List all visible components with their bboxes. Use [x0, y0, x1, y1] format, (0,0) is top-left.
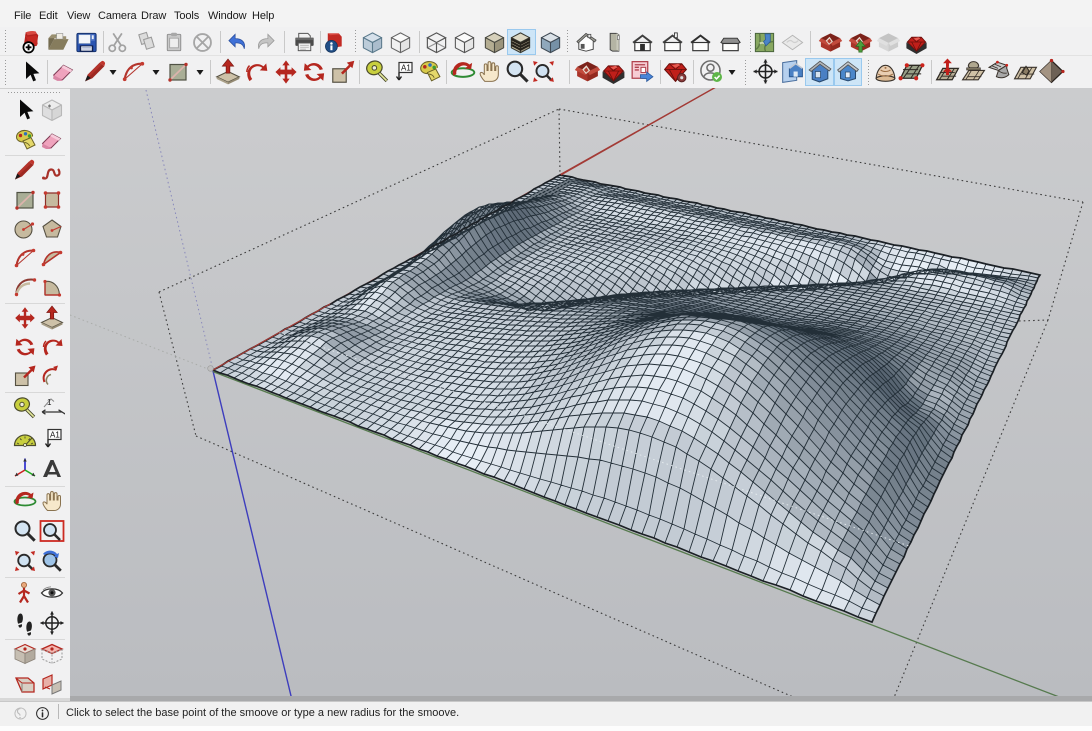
svg-text:A1: A1 — [50, 431, 60, 440]
svg-text:A1: A1 — [401, 64, 411, 73]
svg-text:1: 1 — [47, 398, 52, 407]
